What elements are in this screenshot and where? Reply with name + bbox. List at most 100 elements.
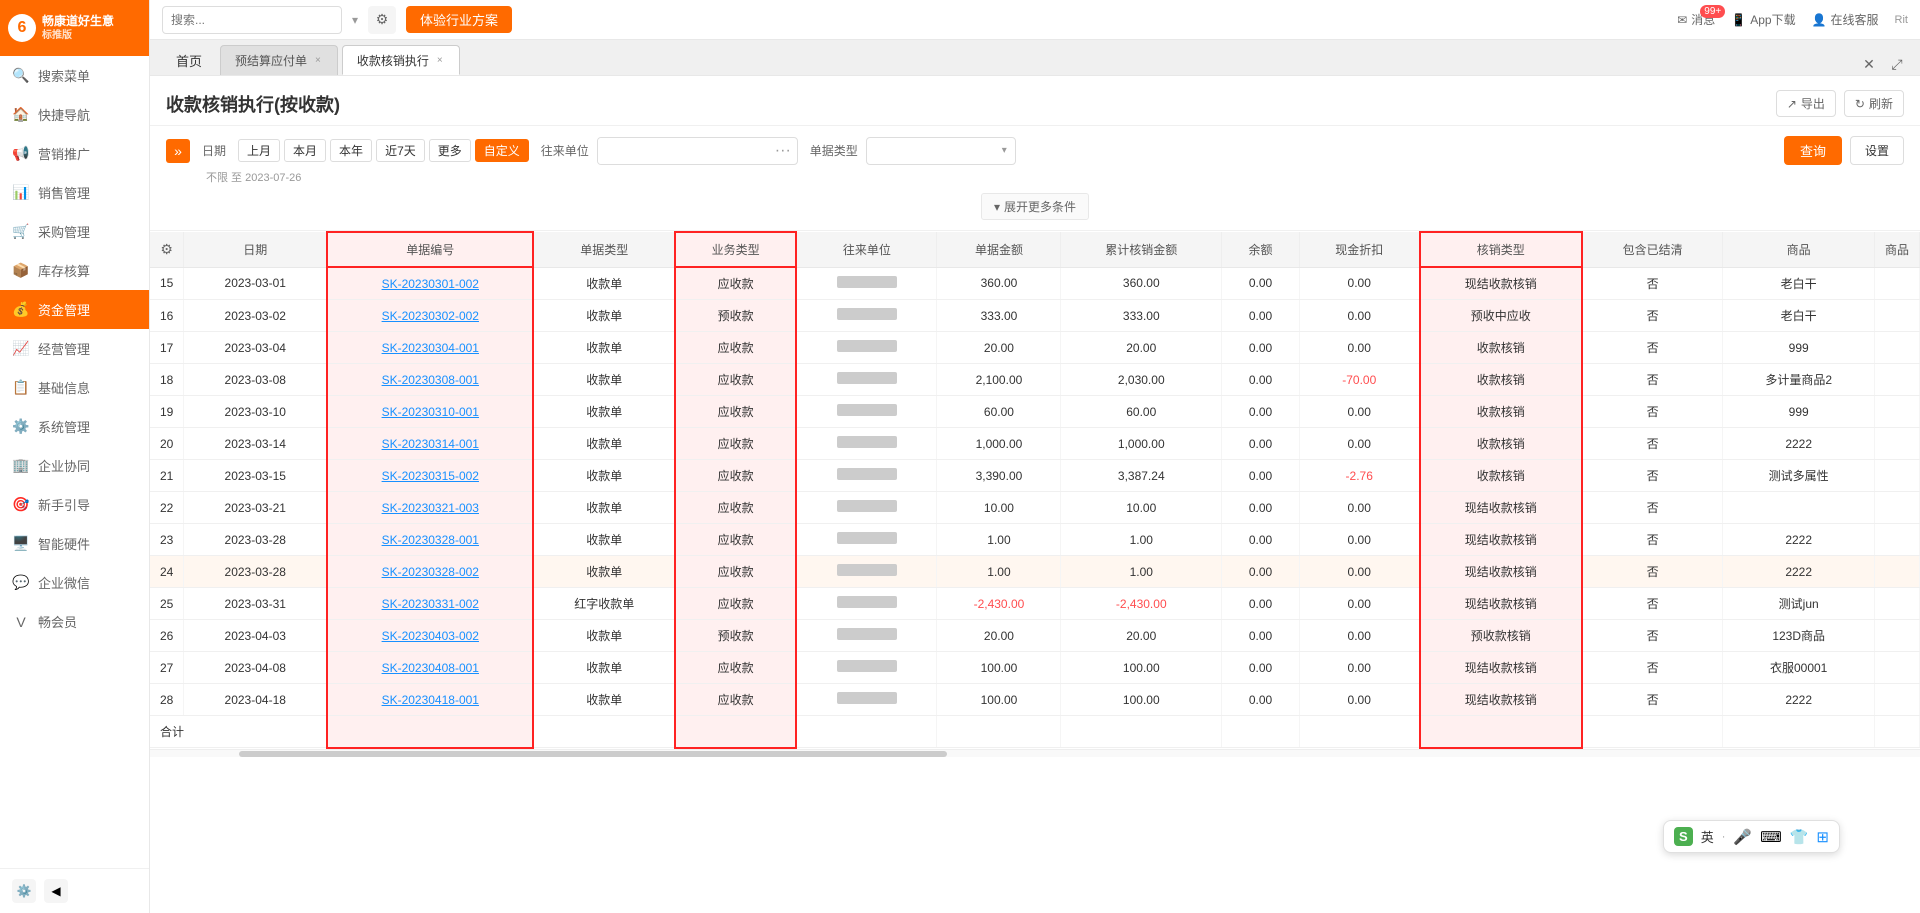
order-type-select[interactable]: ▾ bbox=[866, 137, 1016, 165]
filter-expand-arrow[interactable]: » bbox=[166, 139, 190, 163]
float-shirt-icon[interactable]: 👕 bbox=[1790, 828, 1809, 846]
date-btn-this-month[interactable]: 本月 bbox=[284, 139, 326, 162]
order-no-link[interactable]: SK-20230408-001 bbox=[382, 661, 479, 675]
sidebar-item-operations[interactable]: 📈经营管理 bbox=[0, 329, 149, 368]
order-no-link[interactable]: SK-20230310-001 bbox=[382, 405, 479, 419]
cell-balance: 0.00 bbox=[1222, 620, 1300, 652]
order-no-link[interactable]: SK-20230308-001 bbox=[382, 373, 479, 387]
float-keyboard-icon[interactable]: ⌨ bbox=[1760, 828, 1782, 846]
order-no-link[interactable]: SK-20230328-002 bbox=[382, 565, 479, 579]
cell-amount: 60.00 bbox=[937, 396, 1061, 428]
sidebar-item-member[interactable]: V畅会员 bbox=[0, 602, 149, 641]
date-btn-7days[interactable]: 近7天 bbox=[376, 139, 425, 162]
partner-filter-input[interactable] bbox=[598, 138, 769, 164]
tabbar-actions: ✕ ⤢ bbox=[1858, 53, 1908, 75]
partner-filter-label: 往来单位 bbox=[541, 142, 589, 159]
cell-amount: 20.00 bbox=[937, 620, 1061, 652]
cell-amount: 1.00 bbox=[937, 524, 1061, 556]
app-download-btn[interactable]: 📱 App下载 bbox=[1731, 11, 1795, 28]
sidebar-item-inventory[interactable]: 📦库存核算 bbox=[0, 251, 149, 290]
float-mic-icon[interactable]: 🎤 bbox=[1733, 828, 1752, 846]
cell-include-settled: 否 bbox=[1582, 428, 1723, 460]
order-no-link[interactable]: SK-20230328-001 bbox=[382, 533, 479, 547]
float-s-icon[interactable]: S bbox=[1674, 827, 1693, 846]
cell-amount: 1,000.00 bbox=[937, 428, 1061, 460]
topbar-chevron-icon[interactable]: ▾ bbox=[352, 13, 358, 27]
tab-collections[interactable]: 收款核销执行 × bbox=[342, 45, 460, 75]
sidebar-item-search[interactable]: 🔍搜索菜单 bbox=[0, 56, 149, 95]
collapse-icon[interactable]: ◀ bbox=[44, 879, 68, 903]
sidebar-item-enterprise[interactable]: 🏢企业协同 bbox=[0, 446, 149, 485]
sidebar-item-procurement[interactable]: 🛒采购管理 bbox=[0, 212, 149, 251]
order-no-link[interactable]: SK-20230304-001 bbox=[382, 341, 479, 355]
sidebar-item-system[interactable]: ⚙️系统管理 bbox=[0, 407, 149, 446]
cell-no: 17 bbox=[150, 332, 184, 364]
query-button[interactable]: 查询 bbox=[1784, 136, 1842, 165]
float-grid-icon[interactable]: ⊞ bbox=[1816, 828, 1829, 846]
cell-amount: 20.00 bbox=[937, 332, 1061, 364]
cell-verified: 10.00 bbox=[1061, 492, 1222, 524]
topbar-search-input[interactable] bbox=[162, 6, 342, 34]
cell-no: 24 bbox=[150, 556, 184, 588]
sidebar-item-hardware[interactable]: 🖥️智能硬件 bbox=[0, 524, 149, 563]
order-no-link[interactable]: SK-20230418-001 bbox=[382, 693, 479, 707]
date-btn-more[interactable]: 更多 bbox=[429, 139, 471, 162]
tab-home[interactable]: 首页 bbox=[162, 45, 216, 75]
sidebar-item-base[interactable]: 📋基础信息 bbox=[0, 368, 149, 407]
cell-amount: 360.00 bbox=[937, 267, 1061, 300]
cell-amount: 100.00 bbox=[937, 684, 1061, 716]
sidebar-item-marketing[interactable]: 📢营销推广 bbox=[0, 134, 149, 173]
cell-goods2 bbox=[1874, 524, 1919, 556]
order-no-link[interactable]: SK-20230315-002 bbox=[382, 469, 479, 483]
messages-btn[interactable]: ✉ 消息 99+ bbox=[1677, 11, 1715, 28]
order-type-chevron-icon: ▾ bbox=[1002, 145, 1007, 156]
cell-verified: 333.00 bbox=[1061, 300, 1222, 332]
tab-prepay-close[interactable]: × bbox=[313, 53, 323, 68]
page-header: 收款核销执行(按收款) ↗ 导出 ↻ 刷新 bbox=[150, 76, 1920, 126]
order-no-link[interactable]: SK-20230302-002 bbox=[382, 309, 479, 323]
scrollbar-thumb[interactable] bbox=[239, 751, 947, 757]
table-scrollbar[interactable] bbox=[150, 749, 1920, 757]
service-btn[interactable]: 👤 在线客服 bbox=[1812, 11, 1879, 28]
cell-partner bbox=[796, 684, 937, 716]
tab-maximize-btn[interactable]: ⤢ bbox=[1886, 53, 1908, 75]
sidebar-item-sales[interactable]: 📊销售管理 bbox=[0, 173, 149, 212]
date-btn-this-year[interactable]: 本年 bbox=[330, 139, 372, 162]
cell-order-type: 收款单 bbox=[533, 556, 675, 588]
order-no-link[interactable]: SK-20230314-001 bbox=[382, 437, 479, 451]
cell-biz-type: 应收款 bbox=[675, 652, 796, 684]
cell-cash-discount: 0.00 bbox=[1299, 652, 1419, 684]
date-btn-custom[interactable]: 自定义 bbox=[475, 139, 529, 162]
message-badge: 99+ bbox=[1700, 5, 1725, 18]
refresh-btn[interactable]: ↻ 刷新 bbox=[1844, 90, 1904, 117]
order-no-link[interactable]: SK-20230331-002 bbox=[382, 597, 479, 611]
tab-collections-close[interactable]: × bbox=[435, 53, 445, 68]
cell-amount: 100.00 bbox=[937, 652, 1061, 684]
order-no-link[interactable]: SK-20230321-003 bbox=[382, 501, 479, 515]
th-settings[interactable]: ⚙ bbox=[150, 232, 184, 267]
cell-biz-type: 应收款 bbox=[675, 492, 796, 524]
sidebar-item-shortcuts[interactable]: 🏠快捷导航 bbox=[0, 95, 149, 134]
order-no-link[interactable]: SK-20230403-002 bbox=[382, 629, 479, 643]
filter-row-1: » 日期 上月 本月 本年 近7天 更多 自定义 往来单位 ··· bbox=[166, 136, 1904, 165]
float-en-label[interactable]: 英 bbox=[1701, 827, 1714, 846]
order-no-link[interactable]: SK-20230301-002 bbox=[382, 277, 479, 291]
topbar-gear-btn[interactable]: ⚙ bbox=[368, 6, 396, 34]
sidebar-item-finance[interactable]: 💰资金管理 bbox=[0, 290, 149, 329]
cell-goods2 bbox=[1874, 428, 1919, 460]
sidebar-item-guide[interactable]: 🎯新手引导 bbox=[0, 485, 149, 524]
tab-prepay[interactable]: 预结算应付单 × bbox=[220, 45, 338, 75]
tab-close-all-btn[interactable]: ✕ bbox=[1858, 53, 1880, 75]
cell-no: 22 bbox=[150, 492, 184, 524]
th-goods: 商品 bbox=[1723, 232, 1875, 267]
cell-include-settled: 否 bbox=[1582, 300, 1723, 332]
settings-icon[interactable]: ⚙️ bbox=[12, 879, 36, 903]
sidebar-item-wechat[interactable]: 💬企业微信 bbox=[0, 563, 149, 602]
solution-button[interactable]: 体验行业方案 bbox=[406, 6, 512, 33]
expand-conditions-btn[interactable]: ▾ 展开更多条件 bbox=[981, 193, 1089, 220]
partner-filter-dots[interactable]: ··· bbox=[769, 142, 797, 160]
export-btn[interactable]: ↗ 导出 bbox=[1776, 90, 1836, 117]
date-btn-last-month[interactable]: 上月 bbox=[238, 139, 280, 162]
operations-icon: 📈 bbox=[12, 340, 30, 358]
filter-settings-btn[interactable]: 设置 bbox=[1850, 136, 1904, 165]
